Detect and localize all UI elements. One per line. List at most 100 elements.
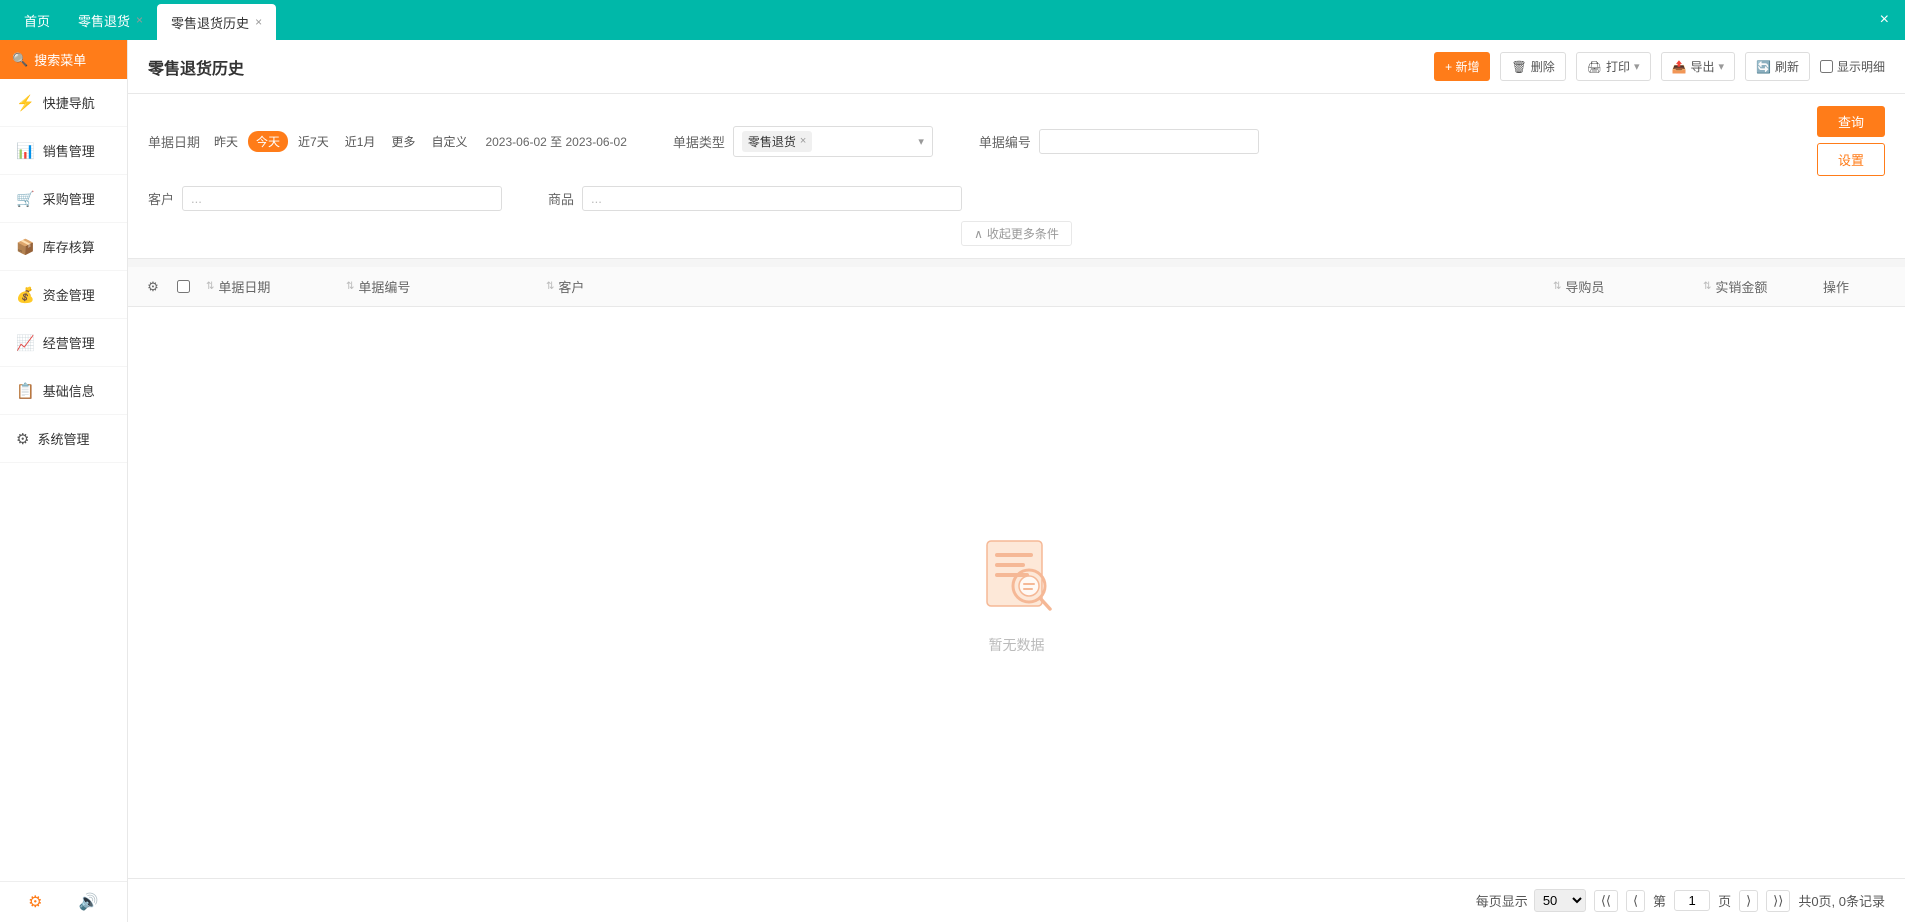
customer-filter-group: 客户 ... (148, 186, 502, 211)
filter-area: 单据日期 昨天 今天 近7天 近1月 更多 自定义 2023-06-02 至 2… (128, 94, 1905, 259)
sidebar-item-purchase-label: 采购管理 (43, 189, 95, 208)
finance-icon: 💰 (16, 286, 35, 304)
first-page-button[interactable]: ⟨⟨ (1594, 890, 1618, 912)
sidebar-item-basic-info-label: 基础信息 (43, 381, 95, 400)
per-page-group: 每页显示 50 20 100 (1476, 889, 1586, 912)
total-info: 共0页, 0条记录 (1798, 891, 1885, 910)
doc-type-tag-label: 零售退货 (748, 133, 796, 150)
sales-icon: 📊 (16, 142, 35, 160)
refresh-icon: 🔄 (1756, 60, 1771, 74)
print-button[interactable]: 🖨 打印 ▾ (1576, 52, 1651, 81)
customer-input[interactable]: ... (182, 186, 502, 211)
date-opt-today[interactable]: 今天 (248, 131, 288, 152)
sort-icon-amount: ⇅ (1703, 281, 1711, 292)
collapse-icon: ∧ (974, 227, 983, 241)
sort-icon-customer: ⇅ (546, 281, 554, 292)
sidebar-item-quick-nav[interactable]: ⚡ 快捷导航 (0, 79, 127, 127)
per-page-select[interactable]: 50 20 100 (1534, 889, 1586, 912)
doc-no-label: 单据编号 (979, 132, 1031, 151)
query-button[interactable]: 查询 (1817, 106, 1885, 137)
quick-nav-icon: ⚡ (16, 94, 35, 112)
date-opt-more[interactable]: 更多 (385, 131, 421, 152)
print-chevron-icon: ▾ (1634, 60, 1640, 73)
doc-no-input[interactable] (1039, 129, 1259, 154)
top-bar: 首页 零售退货 × 零售退货历史 × × (0, 0, 1905, 40)
next-page-button[interactable]: ⟩ (1739, 890, 1758, 912)
table-select-all[interactable] (168, 280, 198, 293)
sidebar-item-system[interactable]: ⚙ 系统管理 (0, 415, 127, 463)
settings-footer-icon[interactable]: ⚙ (28, 892, 42, 912)
sidebar-item-inventory[interactable]: 📦 库存核算 (0, 223, 127, 271)
table-area: ⚙ ⇅ 单据日期 ⇅ 单据编号 ⇅ 客户 ⇅ 导购员 (128, 267, 1905, 922)
collapse-row: ∧ 收起更多条件 (148, 221, 1885, 246)
delete-button[interactable]: 🗑 删除 (1500, 52, 1565, 81)
tab-retail-return-close[interactable]: × (136, 13, 143, 27)
empty-state: 暂无数据 (128, 307, 1905, 878)
sidebar-item-basic-info[interactable]: 📋 基础信息 (0, 367, 127, 415)
empty-text: 暂无数据 (989, 635, 1045, 655)
new-button[interactable]: + 新增 (1434, 52, 1490, 81)
goods-dots: ... (591, 191, 602, 206)
col-header-customer[interactable]: ⇅ 客户 (538, 277, 1545, 296)
sidebar-item-inventory-label: 库存核算 (43, 237, 95, 256)
tab-retail-return[interactable]: 零售退货 × (64, 0, 157, 40)
sidebar-item-operation[interactable]: 📈 经营管理 (0, 319, 127, 367)
sidebar-search-label: 搜索菜单 (34, 50, 86, 69)
doc-type-chevron-icon: ▾ (918, 135, 924, 148)
date-filter-label: 单据日期 (148, 132, 200, 151)
col-header-guide[interactable]: ⇅ 导购员 (1545, 277, 1695, 296)
select-all-checkbox[interactable] (177, 280, 190, 293)
date-options: 昨天 今天 近7天 近1月 更多 自定义 (208, 131, 473, 152)
collapse-button[interactable]: ∧ 收起更多条件 (961, 221, 1072, 246)
page-input[interactable]: 1 (1674, 890, 1710, 911)
basic-info-icon: 📋 (16, 382, 35, 400)
show-details-checkbox[interactable] (1820, 60, 1833, 73)
sidebar-item-purchase[interactable]: 🛒 采购管理 (0, 175, 127, 223)
tab-retail-return-history-close[interactable]: × (255, 15, 262, 29)
toolbar: + 新增 🗑 删除 🖨 打印 ▾ 📤 导出 ▾ 🔄 刷新 (1434, 52, 1885, 81)
sidebar-menu: ⚡ 快捷导航 📊 销售管理 🛒 采购管理 📦 库存核算 💰 资金管理 📈 (0, 79, 127, 881)
collapse-label: 收起更多条件 (987, 225, 1059, 242)
doc-type-tag-remove[interactable]: × (800, 135, 806, 147)
col-header-amount[interactable]: ⇅ 实销金额 (1695, 277, 1815, 296)
inventory-icon: 📦 (16, 238, 35, 256)
export-button[interactable]: 📤 导出 ▾ (1661, 52, 1736, 81)
tab-retail-return-label: 零售退货 (78, 11, 130, 30)
doc-type-select[interactable]: 零售退货 × ▾ (733, 126, 933, 157)
sidebar-item-finance[interactable]: 💰 资金管理 (0, 271, 127, 319)
col-header-docno[interactable]: ⇅ 单据编号 (338, 277, 538, 296)
sidebar-item-sales[interactable]: 📊 销售管理 (0, 127, 127, 175)
date-range-value: 2023-06-02 至 2023-06-02 (485, 133, 626, 150)
col-header-date[interactable]: ⇅ 单据日期 (198, 277, 338, 296)
doc-type-tag: 零售退货 × (742, 131, 812, 152)
volume-footer-icon[interactable]: 🔊 (79, 892, 99, 912)
print-icon: 🖨 (1587, 60, 1602, 74)
show-details-checkbox-label[interactable]: 显示明细 (1820, 58, 1885, 75)
goods-filter-group: 商品 ... (548, 186, 962, 211)
goods-input[interactable]: ... (582, 186, 962, 211)
col-date-label: 单据日期 (218, 277, 270, 296)
prev-page-button[interactable]: ⟨ (1626, 890, 1645, 912)
pagination: 每页显示 50 20 100 ⟨⟨ ⟨ 第 1 页 ⟩ ⟩⟩ 共0页, 0条记录 (128, 878, 1905, 922)
empty-icon (967, 531, 1067, 621)
page-title: 零售退货历史 (148, 55, 244, 79)
date-opt-last7[interactable]: 近7天 (292, 131, 335, 152)
last-page-button[interactable]: ⟩⟩ (1766, 890, 1790, 912)
date-opt-custom[interactable]: 自定义 (425, 131, 473, 152)
per-page-label: 每页显示 (1476, 891, 1528, 910)
sidebar-search[interactable]: 🔍 搜索菜单 (0, 40, 127, 79)
refresh-button[interactable]: 🔄 刷新 (1745, 52, 1810, 81)
doc-no-filter-group: 单据编号 (979, 129, 1259, 154)
window-close-button[interactable]: × (1864, 0, 1905, 40)
col-action-label: 操作 (1823, 277, 1849, 296)
sort-icon-guide: ⇅ (1553, 281, 1561, 292)
date-opt-yesterday[interactable]: 昨天 (208, 131, 244, 152)
table-settings-icon[interactable]: ⚙ (138, 279, 168, 295)
doc-type-label: 单据类型 (673, 132, 725, 151)
filter-settings-button[interactable]: 设置 (1817, 143, 1885, 176)
tab-retail-return-history[interactable]: 零售退货历史 × (157, 4, 276, 40)
date-opt-last30[interactable]: 近1月 (339, 131, 382, 152)
content-area: 零售退货历史 + 新增 🗑 删除 🖨 打印 ▾ 📤 导出 ▾ (128, 40, 1905, 922)
tab-retail-return-history-label: 零售退货历史 (171, 13, 249, 32)
tab-home[interactable]: 首页 (10, 0, 64, 40)
